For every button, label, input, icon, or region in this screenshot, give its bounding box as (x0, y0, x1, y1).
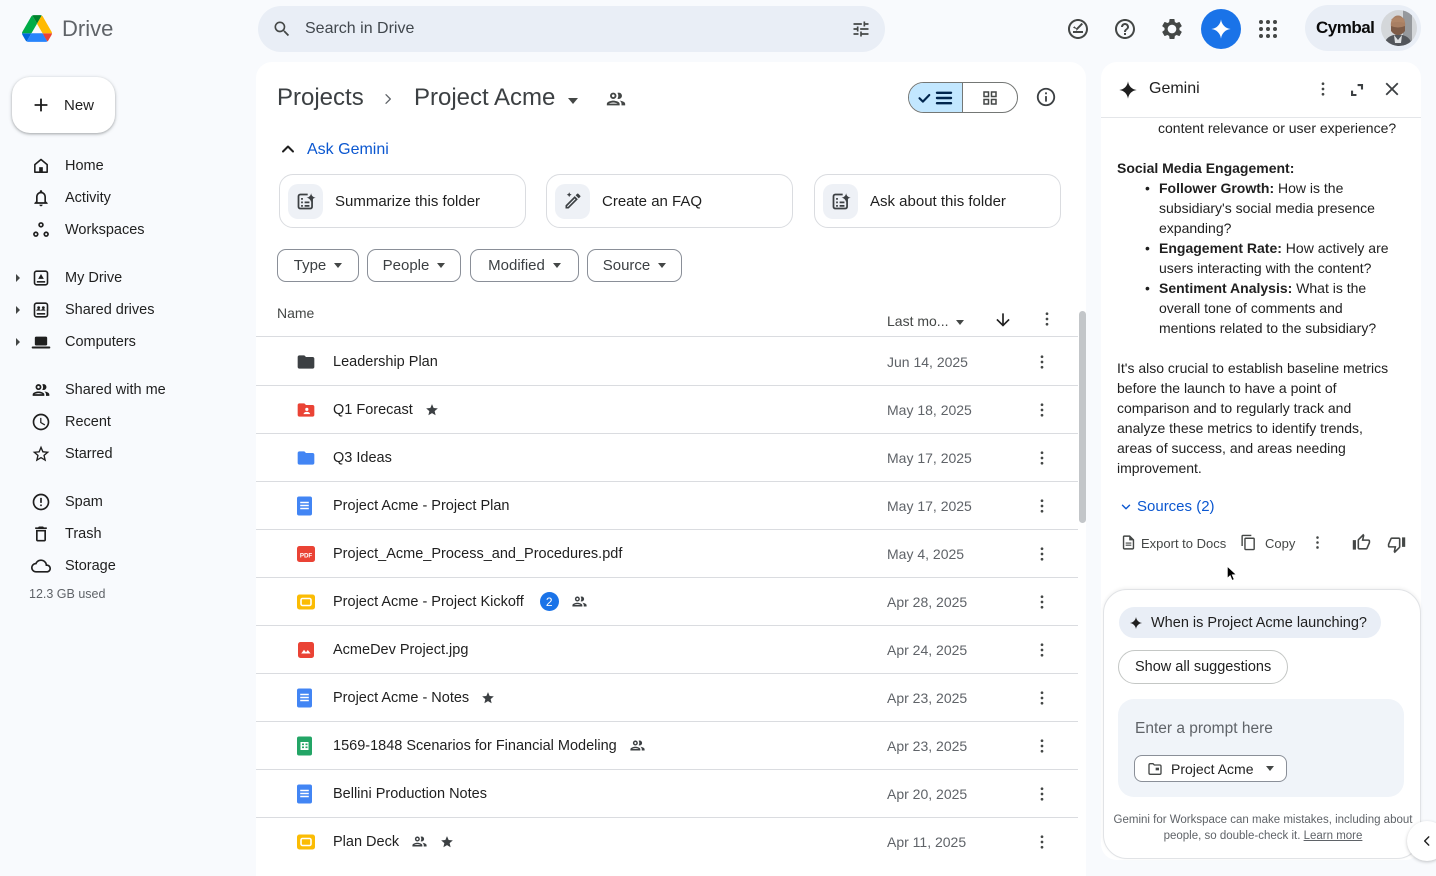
svg-text:PDF: PDF (300, 552, 313, 559)
